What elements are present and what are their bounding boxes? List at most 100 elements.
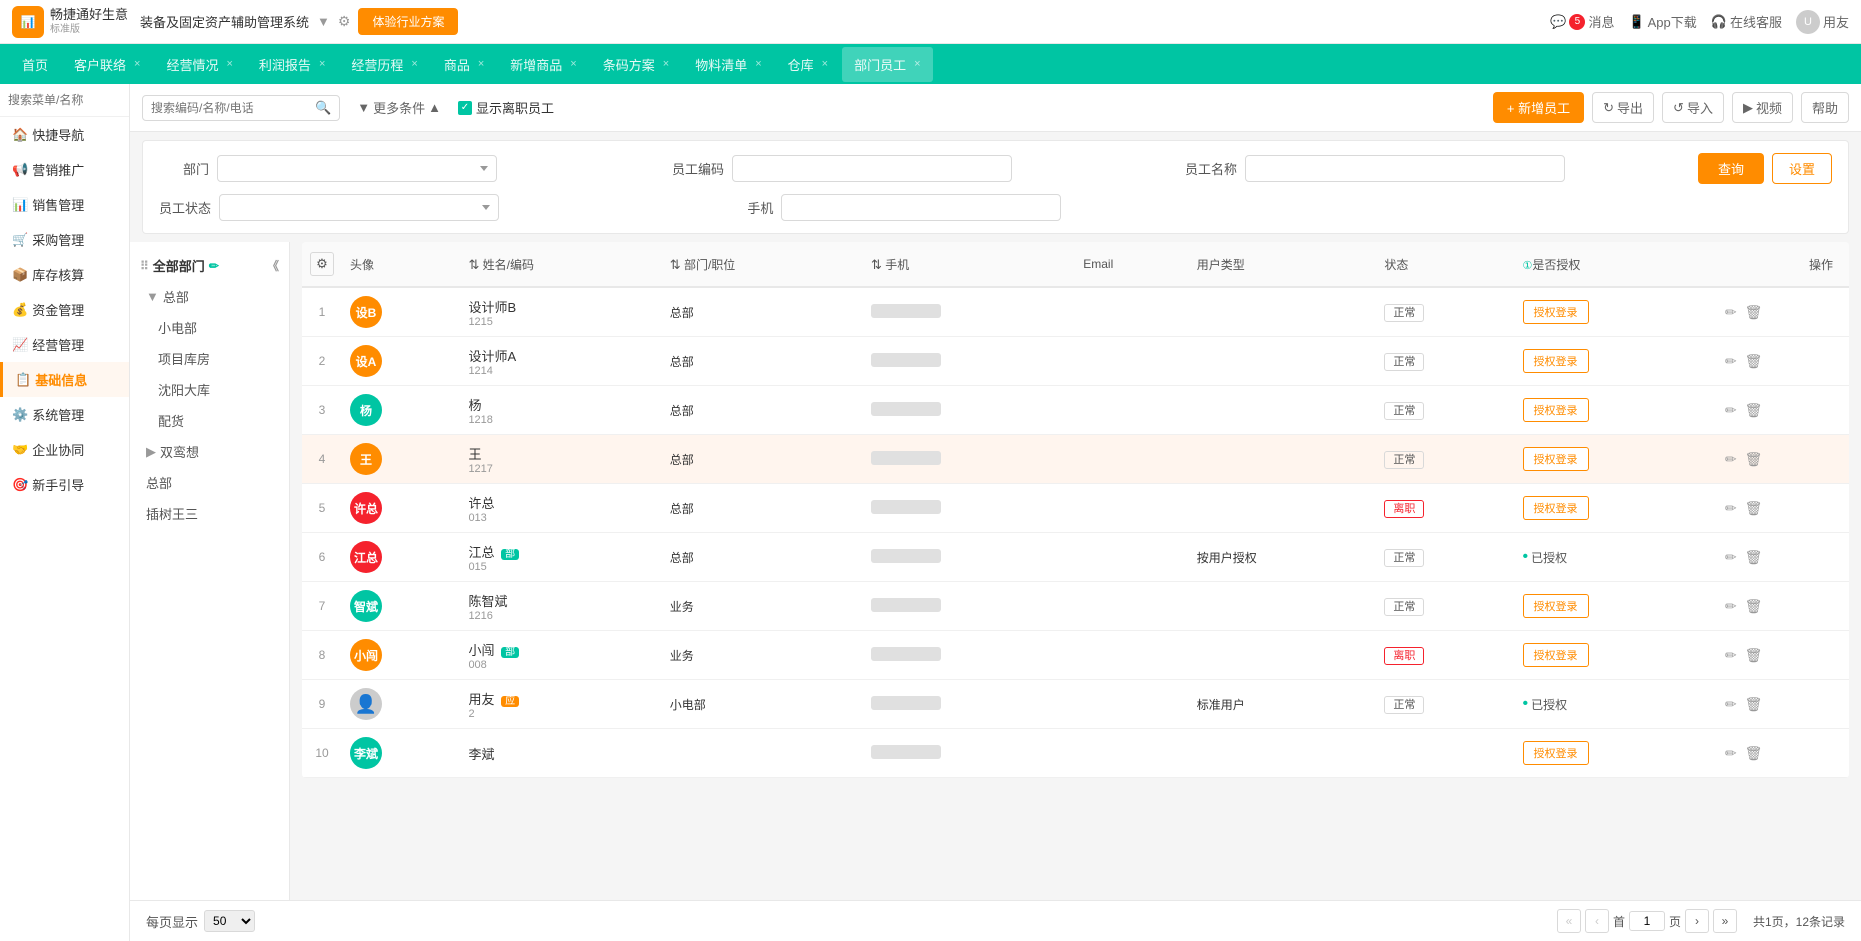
edit-icon-2[interactable]: ✏ <box>1725 353 1737 370</box>
prev-page-btn[interactable]: ‹ <box>1585 909 1609 933</box>
nav-goods[interactable]: 商品 × <box>432 47 496 82</box>
sidebar-item-collab[interactable]: 🤝 企业协同 <box>0 432 129 467</box>
delete-icon-9[interactable]: 🗑 <box>1745 696 1763 713</box>
dept-tree-shenyang[interactable]: 沈阳大库 <box>130 374 289 405</box>
user-action[interactable]: U 用友 <box>1796 10 1849 34</box>
edit-icon-5[interactable]: ✏ <box>1725 500 1737 517</box>
nav-profit-close[interactable]: × <box>319 58 325 70</box>
authorize-btn-8[interactable]: 授权登录 <box>1523 643 1589 667</box>
first-page-btn[interactable]: « <box>1557 909 1581 933</box>
edit-icon-7[interactable]: ✏ <box>1725 598 1737 615</box>
set-button[interactable]: 设置 <box>1772 153 1832 184</box>
delete-icon-5[interactable]: 🗑 <box>1745 500 1763 517</box>
edit-icon-8[interactable]: ✏ <box>1725 647 1737 664</box>
dept-tree-zongbu2[interactable]: 总部 <box>130 467 289 498</box>
dept-tree-peihuo[interactable]: 配货 <box>130 405 289 436</box>
col-settings[interactable]: ⚙ <box>302 242 342 287</box>
edit-icon-6[interactable]: ✏ <box>1725 549 1737 566</box>
authorize-btn-4[interactable]: 授权登录 <box>1523 447 1589 471</box>
edit-icon-4[interactable]: ✏ <box>1725 451 1737 468</box>
nav-barcode-close[interactable]: × <box>663 58 669 70</box>
sidebar-item-inventory[interactable]: 📦 库存核算 <box>0 257 129 292</box>
delete-icon-8[interactable]: 🗑 <box>1745 647 1763 664</box>
search-input[interactable] <box>151 101 311 115</box>
delete-icon-1[interactable]: 🗑 <box>1745 304 1763 321</box>
dept-tree-xiaodiandept[interactable]: 小电部 <box>130 312 289 343</box>
authorize-btn-5[interactable]: 授权登录 <box>1523 496 1589 520</box>
nav-history-close[interactable]: × <box>411 58 417 70</box>
nav-operation[interactable]: 经营情况 × <box>154 47 244 82</box>
nav-dept-employee[interactable]: 部门员工 × <box>842 47 932 82</box>
online-service-action[interactable]: 🎧 在线客服 <box>1711 12 1782 31</box>
import-button[interactable]: ↺ 导入 <box>1662 92 1724 123</box>
sidebar-item-purchase[interactable]: 🛒 采购管理 <box>0 222 129 257</box>
app-download-action[interactable]: 📱 App下载 <box>1628 12 1696 31</box>
view-button[interactable]: ▶ 视频 <box>1732 92 1793 123</box>
delete-icon-6[interactable]: 🗑 <box>1745 549 1763 566</box>
help-button[interactable]: 帮助 <box>1801 92 1849 123</box>
sidebar-item-marketing[interactable]: 📢 营销推广 <box>0 152 129 187</box>
sidebar-item-finance[interactable]: 💰 资金管理 <box>0 292 129 327</box>
nav-warehouse[interactable]: 仓库 × <box>776 47 840 82</box>
delete-icon-3[interactable]: 🗑 <box>1745 402 1763 419</box>
dept-collapse-icon[interactable]: 《 <box>267 257 279 274</box>
delete-icon-4[interactable]: 🗑 <box>1745 451 1763 468</box>
dept-tree-xiangmu[interactable]: 项目库房 <box>130 343 289 374</box>
dept-tree-shuangluan[interactable]: ▶ 双鸾想 <box>130 436 289 467</box>
sidebar-item-basic[interactable]: 📋 基础信息 <box>0 362 129 397</box>
col-name-code[interactable]: ⇅ 姓名/编码 <box>460 242 661 287</box>
last-page-btn[interactable]: » <box>1713 909 1737 933</box>
sidebar-item-system[interactable]: ⚙️ 系统管理 <box>0 397 129 432</box>
edit-icon-1[interactable]: ✏ <box>1725 304 1737 321</box>
add-employee-button[interactable]: + 新增员工 <box>1493 92 1584 123</box>
filter-emp-code-input[interactable] <box>732 155 1012 182</box>
authorize-btn-7[interactable]: 授权登录 <box>1523 594 1589 618</box>
page-number-input[interactable] <box>1629 911 1665 931</box>
dropdown-icon[interactable]: ▼ <box>317 14 330 29</box>
query-button[interactable]: 查询 <box>1698 153 1764 184</box>
filter-emp-status-select[interactable] <box>219 194 499 221</box>
authorize-btn-2[interactable]: 授权登录 <box>1523 349 1589 373</box>
nav-customer-close[interactable]: × <box>134 58 140 70</box>
nav-material[interactable]: 物料清单 × <box>683 47 773 82</box>
nav-customer[interactable]: 客户联络 × <box>62 47 152 82</box>
filter-dept-select[interactable] <box>217 155 497 182</box>
edit-icon-3[interactable]: ✏ <box>1725 402 1737 419</box>
nav-operation-close[interactable]: × <box>226 58 232 70</box>
nav-home[interactable]: 首页 <box>10 47 60 82</box>
nav-dept-employee-close[interactable]: × <box>914 58 920 70</box>
col-phone[interactable]: ⇅ 手机 <box>863 242 1075 287</box>
authorize-btn-1[interactable]: 授权登录 <box>1523 300 1589 324</box>
settings-icon[interactable]: ⚙ <box>338 13 351 30</box>
nav-new-goods[interactable]: 新增商品 × <box>498 47 588 82</box>
sidebar-item-sales[interactable]: 📊 销售管理 <box>0 187 129 222</box>
filter-phone-input[interactable] <box>781 194 1061 221</box>
filter-emp-name-input[interactable] <box>1245 155 1565 182</box>
edit-icon-9[interactable]: ✏ <box>1725 696 1737 713</box>
authorize-btn-10[interactable]: 授权登录 <box>1523 741 1589 765</box>
show-resigned-checkbox[interactable]: ✓ 显示离职员工 <box>458 98 554 117</box>
next-page-btn[interactable]: › <box>1685 909 1709 933</box>
nav-profit[interactable]: 利润报告 × <box>247 47 337 82</box>
delete-icon-7[interactable]: 🗑 <box>1745 598 1763 615</box>
col-dept-position[interactable]: ⇅ 部门/职位 <box>662 242 863 287</box>
sidebar-search-input[interactable] <box>8 93 130 107</box>
nav-material-close[interactable]: × <box>755 58 761 70</box>
delete-icon-2[interactable]: 🗑 <box>1745 353 1763 370</box>
dept-edit-icon[interactable]: ✏ <box>209 259 219 273</box>
sidebar-item-guide[interactable]: 🎯 新手引导 <box>0 467 129 502</box>
export-button[interactable]: ↻ 导出 <box>1592 92 1654 123</box>
edit-icon-10[interactable]: ✏ <box>1725 745 1737 762</box>
nav-history[interactable]: 经营历程 × <box>339 47 429 82</box>
nav-warehouse-close[interactable]: × <box>822 58 828 70</box>
dept-tree-zongbu[interactable]: ▼ 总部 <box>130 281 289 312</box>
nav-new-goods-close[interactable]: × <box>570 58 576 70</box>
column-settings-icon[interactable]: ⚙ <box>310 252 334 276</box>
nav-barcode[interactable]: 条码方案 × <box>591 47 681 82</box>
page-size-select[interactable]: 10 20 50 100 <box>204 910 255 932</box>
filter-more-btn[interactable]: ▼ 更多条件 ▲ <box>348 93 450 122</box>
authorize-btn-3[interactable]: 授权登录 <box>1523 398 1589 422</box>
sidebar-item-operation[interactable]: 📈 经营管理 <box>0 327 129 362</box>
nav-goods-close[interactable]: × <box>478 58 484 70</box>
delete-icon-10[interactable]: 🗑 <box>1745 745 1763 762</box>
